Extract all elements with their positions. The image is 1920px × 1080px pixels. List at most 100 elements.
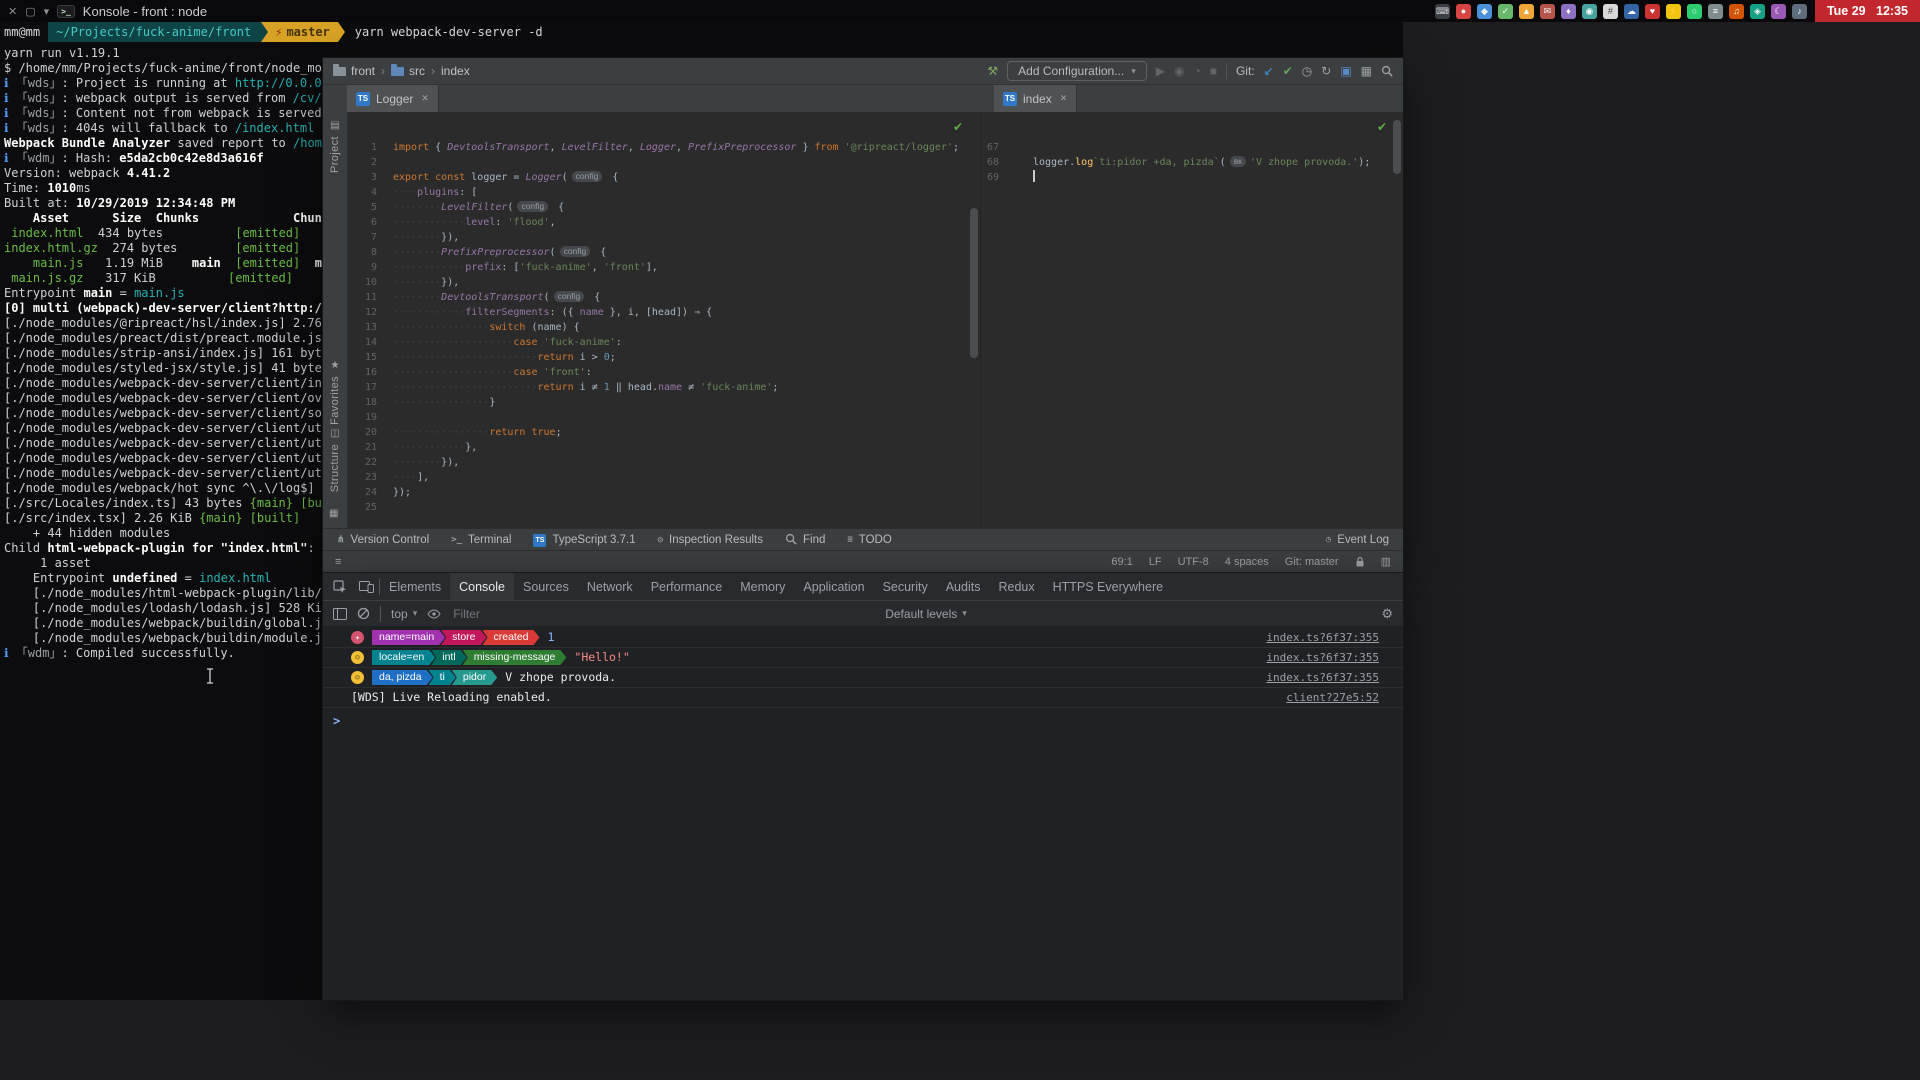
editor-tab-logger[interactable]: TSLogger✕ — [347, 85, 439, 112]
tray-icon[interactable]: ○ — [1687, 4, 1702, 19]
console-source-link[interactable]: index.ts?6f37:355 — [1266, 628, 1379, 647]
window-maximize-button[interactable]: ▢ — [25, 5, 35, 18]
line-number[interactable]: 3 — [347, 170, 377, 185]
inspections-ok-icon[interactable]: ✔ — [1377, 120, 1387, 134]
tray-icon[interactable]: ◆ — [1477, 4, 1492, 19]
line-separator[interactable]: LF — [1149, 556, 1162, 568]
indexing-status-icon[interactable]: ▥ — [1381, 555, 1391, 568]
line-number[interactable]: 20 — [347, 425, 377, 440]
line-number[interactable]: 67 — [981, 140, 999, 155]
devtools-tab-audits[interactable]: Audits — [937, 573, 990, 600]
tool-button-inspection-results[interactable]: ◎Inspection Results — [658, 534, 763, 546]
tray-icon[interactable]: ♥ — [1645, 4, 1660, 19]
devtools-tab-elements[interactable]: Elements — [380, 573, 450, 600]
commit-icon[interactable]: ✔ — [1283, 65, 1293, 77]
console-filter-input[interactable] — [451, 606, 875, 622]
line-number[interactable]: 12 — [347, 305, 377, 320]
tool-button-version-control[interactable]: ⋔Version Control — [337, 534, 429, 546]
console-source-link[interactable]: index.ts?6f37:355 — [1266, 668, 1379, 687]
caret-position[interactable]: 69:1 — [1111, 556, 1132, 568]
editor-scrollbar[interactable] — [1391, 112, 1403, 529]
devtools-tab-sources[interactable]: Sources — [514, 573, 578, 600]
line-number[interactable]: 1 — [347, 140, 377, 155]
devtools-tab-https-everywhere[interactable]: HTTPS Everywhere — [1044, 573, 1172, 600]
line-number[interactable]: 6 — [347, 215, 377, 230]
tool-button-typescript-3-7-1[interactable]: TSTypeScript 3.7.1 — [533, 534, 635, 547]
profiler-icon[interactable]: ◔ — [1193, 65, 1200, 77]
tool-window-button-favorites[interactable]: ★Favorites — [323, 360, 347, 425]
line-number[interactable]: 23 — [347, 470, 377, 485]
line-number[interactable]: 16 — [347, 365, 377, 380]
editor-tab-index[interactable]: TSindex✕ — [994, 85, 1077, 112]
line-number[interactable]: 69 — [981, 170, 999, 185]
tool-window-button-extra[interactable]: ▦ — [329, 508, 338, 519]
scrollbar-thumb[interactable] — [970, 208, 978, 358]
stop-icon[interactable]: ■ — [1210, 65, 1217, 77]
devtools-tab-performance[interactable]: Performance — [642, 573, 732, 600]
scrollbar-thumb[interactable] — [1393, 120, 1401, 174]
toolwindow-toggle-icon[interactable]: ≡ — [335, 556, 341, 568]
breadcrumb-front[interactable]: front — [333, 64, 375, 78]
line-number[interactable]: 2 — [347, 155, 377, 170]
tool-button-todo[interactable]: ≡TODO — [847, 534, 891, 546]
devtools-tab-redux[interactable]: Redux — [989, 573, 1043, 600]
line-number[interactable]: 14 — [347, 335, 377, 350]
eye-icon[interactable] — [427, 609, 441, 619]
context-selector[interactable]: top ▾ — [391, 607, 417, 621]
line-number[interactable]: 11 — [347, 290, 377, 305]
tray-icon[interactable]: ✓ — [1498, 4, 1513, 19]
git-branch-indicator[interactable]: Git: master — [1285, 556, 1339, 568]
inspections-ok-icon[interactable]: ✔ — [953, 120, 963, 134]
tray-icon[interactable]: ♪ — [1792, 4, 1807, 19]
history-icon[interactable]: ◷ — [1302, 65, 1312, 77]
devtools-tab-memory[interactable]: Memory — [731, 573, 794, 600]
window-menu-button[interactable]: ▾ — [44, 5, 50, 18]
console-source-link[interactable]: index.ts?6f37:355 — [1266, 648, 1379, 667]
tray-icon[interactable]: ✉ — [1540, 4, 1555, 19]
devtools-tab-network[interactable]: Network — [578, 573, 642, 600]
log-level-selector[interactable]: Default levels ▾ — [885, 607, 967, 621]
tray-icon[interactable]: ♫ — [1729, 4, 1744, 19]
line-number[interactable]: 22 — [347, 455, 377, 470]
file-encoding[interactable]: UTF-8 — [1178, 556, 1209, 568]
panel-clock[interactable]: Tue 29 12:35 — [1815, 0, 1920, 22]
breadcrumb-index[interactable]: index — [441, 64, 470, 78]
line-number[interactable]: 17 — [347, 380, 377, 395]
add-configuration-button[interactable]: Add Configuration...▾ — [1007, 61, 1147, 81]
line-number[interactable]: 68 — [981, 155, 999, 170]
tray-icon[interactable]: ⌨ — [1435, 4, 1450, 19]
tool-window-button-project[interactable]: ▤Project — [323, 120, 347, 173]
line-number[interactable]: 10 — [347, 275, 377, 290]
line-number[interactable]: 5 — [347, 200, 377, 215]
tray-icon[interactable]: ◉ — [1582, 4, 1597, 19]
tray-icon[interactable]: ● — [1456, 4, 1471, 19]
tool-window-button-structure[interactable]: ◫Structure — [323, 428, 347, 492]
console-sidebar-icon[interactable] — [333, 608, 347, 620]
tray-icon[interactable]: ☾ — [1771, 4, 1786, 19]
line-number[interactable]: 7 — [347, 230, 377, 245]
devtools-tab-application[interactable]: Application — [794, 573, 873, 600]
line-number[interactable]: 24 — [347, 485, 377, 500]
devtools-tab-console[interactable]: Console — [450, 573, 514, 600]
lock-icon[interactable] — [1355, 556, 1365, 568]
clear-console-icon[interactable] — [357, 607, 370, 620]
close-tab-icon[interactable]: ✕ — [421, 93, 429, 104]
line-number[interactable]: 13 — [347, 320, 377, 335]
settings-gear-icon[interactable]: ⚙ — [1381, 606, 1393, 622]
tray-icon[interactable]: ☁ — [1624, 4, 1639, 19]
line-number[interactable]: 4 — [347, 185, 377, 200]
layout-icon[interactable]: ▦ — [1361, 65, 1372, 77]
console-source-link[interactable]: client?27e5:52 — [1286, 688, 1379, 707]
line-number[interactable]: 19 — [347, 410, 377, 425]
line-number[interactable]: 25 — [347, 500, 377, 515]
tray-icon[interactable]: ≡ — [1708, 4, 1723, 19]
editor-scrollbar[interactable] — [968, 112, 980, 529]
breadcrumb-src[interactable]: src — [391, 64, 425, 78]
search-icon[interactable] — [1381, 65, 1393, 77]
window-close-button[interactable]: ✕ — [8, 5, 17, 18]
device-toolbar-icon[interactable] — [353, 573, 379, 600]
build-hammer-icon[interactable]: ⚒ — [987, 65, 998, 77]
update-project-icon[interactable]: ↙ — [1264, 65, 1274, 77]
tray-icon[interactable]: ♦ — [1561, 4, 1576, 19]
tray-icon[interactable]: # — [1603, 4, 1618, 19]
